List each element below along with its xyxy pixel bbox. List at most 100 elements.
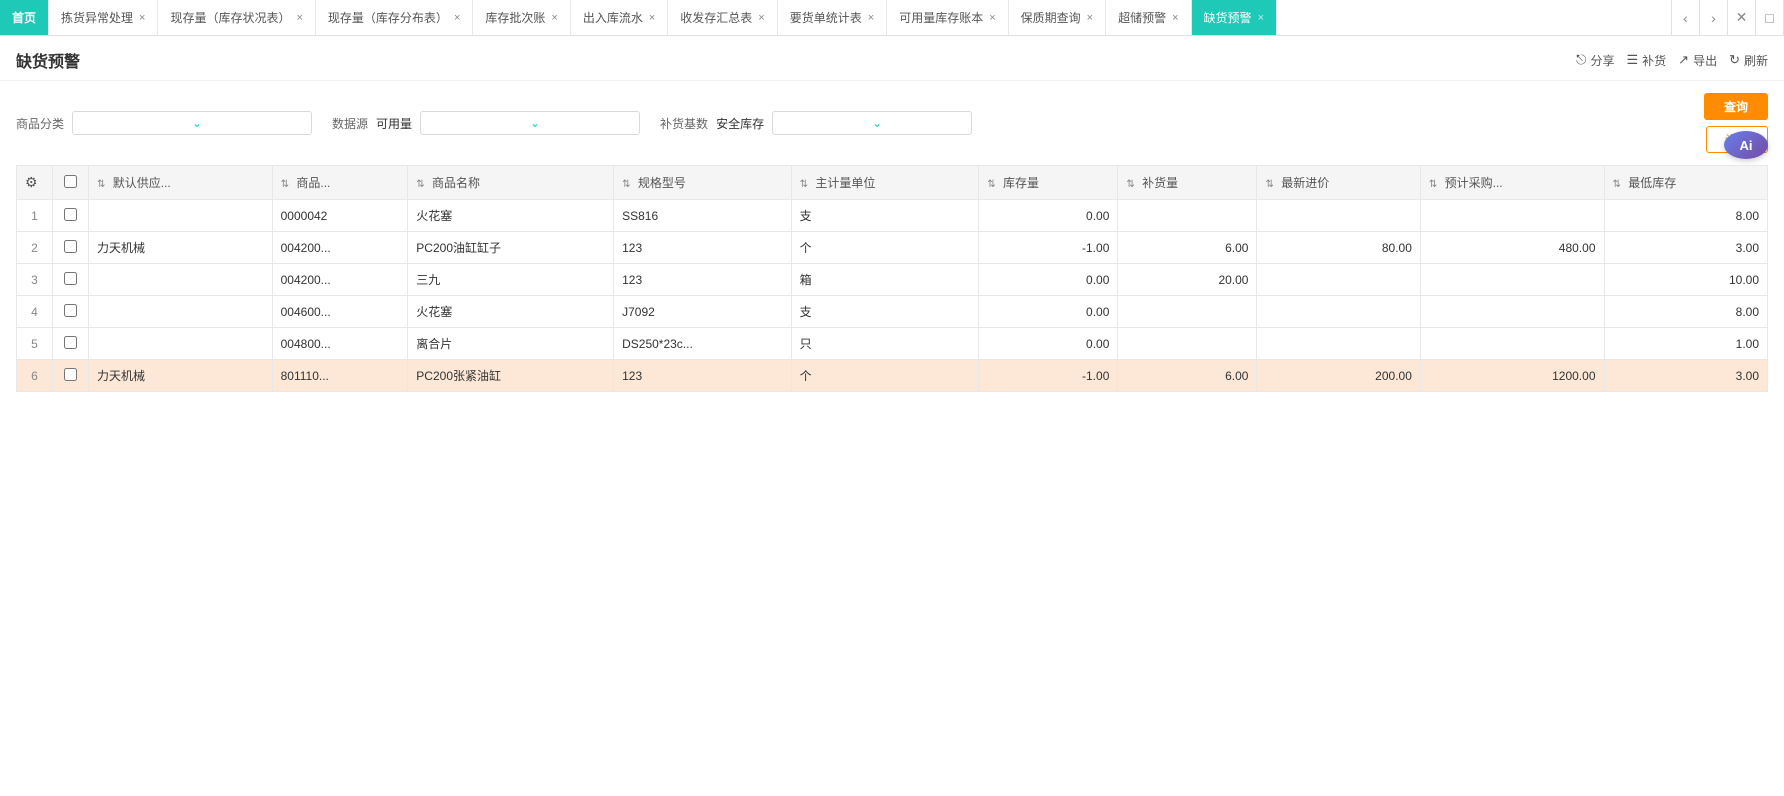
share-icon: ⎋ xyxy=(1576,52,1586,68)
row-checkbox-5 xyxy=(53,360,89,392)
export-button[interactable]: ↗ 导出 xyxy=(1678,52,1717,69)
tab-inventory-status-label: 现存量（库存状况表） xyxy=(170,9,290,26)
row-no-cell-1: 2 xyxy=(17,232,53,264)
row-stock-4: 0.00 xyxy=(979,328,1118,360)
row-product-code-4: 004800... xyxy=(272,328,408,360)
product-name-sort-icon: ⇅ xyxy=(416,179,424,190)
row-supplier-1: 力天机械 xyxy=(89,232,273,264)
tab-expiry-close[interactable]: × xyxy=(1087,12,1093,24)
tab-order-stats[interactable]: 要货单统计表 × xyxy=(778,0,887,35)
row-replenish-qty-2: 20.00 xyxy=(1118,264,1257,296)
category-select[interactable]: ⌄ xyxy=(72,111,312,135)
supplier-col-header[interactable]: ⇅ 默认供应... xyxy=(89,166,273,200)
row-product-code-3: 004600... xyxy=(272,296,408,328)
table-row: 5 004800... 离合片 DS250*23c... 只 0.00 1.00 xyxy=(17,328,1768,360)
row-no-cell-4: 5 xyxy=(17,328,53,360)
replenish-qty-sort-icon: ⇅ xyxy=(1126,179,1134,190)
min-stock-col-header[interactable]: ⇅ 最低库存 xyxy=(1604,166,1768,200)
row-stock-3: 0.00 xyxy=(979,296,1118,328)
row-supplier-5: 力天机械 xyxy=(89,360,273,392)
row-select-2[interactable] xyxy=(64,272,77,285)
datasource-arrow-icon: ⌄ xyxy=(530,116,631,130)
row-select-5[interactable] xyxy=(64,368,77,381)
tab-available-ledger[interactable]: 可用量库存账本 × xyxy=(887,0,1008,35)
tab-home[interactable]: 首页 xyxy=(0,0,49,35)
row-unit-4: 只 xyxy=(791,328,979,360)
datasource-select[interactable]: ⌄ xyxy=(420,111,640,135)
tab-inventory-dist-close[interactable]: × xyxy=(454,12,460,24)
column-settings-icon[interactable]: ⚙ xyxy=(25,174,38,190)
tab-inout-flow-label: 出入库流水 xyxy=(583,9,643,26)
tab-shortage[interactable]: 缺货预警 × xyxy=(1192,0,1277,35)
tab-overstock[interactable]: 超储预警 × xyxy=(1106,0,1191,35)
shortage-table: ⚙ ⇅ 默认供应... ⇅ 商品... ⇅ 商品名称 xyxy=(16,165,1768,392)
row-replenish-qty-3 xyxy=(1118,296,1257,328)
replenish-button[interactable]: ☰ 补货 xyxy=(1626,52,1666,69)
row-select-4[interactable] xyxy=(64,336,77,349)
tab-expiry[interactable]: 保质期查询 × xyxy=(1009,0,1106,35)
row-select-3[interactable] xyxy=(64,304,77,317)
row-min-stock-3: 8.00 xyxy=(1604,296,1768,328)
share-button[interactable]: ⎋ 分享 xyxy=(1576,52,1614,69)
tab-batch-close[interactable]: × xyxy=(551,12,557,24)
product-code-sort-icon: ⇅ xyxy=(281,179,289,190)
refresh-icon: ↻ xyxy=(1729,52,1740,68)
row-replenish-qty-5: 6.00 xyxy=(1118,360,1257,392)
tab-next-btn[interactable]: › xyxy=(1700,0,1728,35)
row-select-1[interactable] xyxy=(64,240,77,253)
refresh-button[interactable]: ↻ 刷新 xyxy=(1729,52,1768,69)
tab-inout-flow-close[interactable]: × xyxy=(649,12,655,24)
query-button[interactable]: 查询 xyxy=(1704,93,1768,120)
tab-shortage-close[interactable]: × xyxy=(1258,12,1264,24)
row-unit-3: 支 xyxy=(791,296,979,328)
tab-recv-summary-close[interactable]: × xyxy=(758,12,764,24)
latest-price-col-header[interactable]: ⇅ 最新进价 xyxy=(1257,166,1420,200)
select-all-checkbox[interactable] xyxy=(64,175,77,188)
tab-exception[interactable]: 拣货异常处理 × xyxy=(49,0,158,35)
datasource-value: 可用量 xyxy=(376,115,412,132)
tab-available-ledger-close[interactable]: × xyxy=(989,12,995,24)
tab-expand-btn[interactable]: □ xyxy=(1756,0,1784,35)
row-checkbox-2 xyxy=(53,264,89,296)
row-spec-5: 123 xyxy=(614,360,792,392)
tab-close-all-btn[interactable]: ✕ xyxy=(1728,0,1756,35)
replenish-base-select[interactable]: ⌄ xyxy=(772,111,972,135)
page-title: 缺货预警 xyxy=(16,48,1576,72)
row-no-cell-0: 1 xyxy=(17,200,53,232)
row-product-name-1: PC200油缸缸子 xyxy=(408,232,614,264)
tab-exception-close[interactable]: × xyxy=(139,12,145,24)
datasource-filter-group: 数据源 可用量 ⌄ xyxy=(332,111,640,135)
row-est-purchase-0 xyxy=(1420,200,1604,232)
tab-batch[interactable]: 库存批次账 × xyxy=(473,0,570,35)
ai-badge[interactable]: Ai xyxy=(1724,131,1768,159)
tab-order-stats-label: 要货单统计表 xyxy=(790,9,862,26)
stock-col-header[interactable]: ⇅ 库存量 xyxy=(979,166,1118,200)
row-latest-price-5: 200.00 xyxy=(1257,360,1420,392)
est-purchase-col-header[interactable]: ⇅ 预计采购... xyxy=(1420,166,1604,200)
tab-overstock-close[interactable]: × xyxy=(1172,12,1178,24)
tab-inventory-status-close[interactable]: × xyxy=(296,12,302,24)
table-row: 4 004600... 火花塞 J7092 支 0.00 8.00 xyxy=(17,296,1768,328)
tab-prev-btn[interactable]: ‹ xyxy=(1672,0,1700,35)
row-checkbox-0 xyxy=(53,200,89,232)
tab-inventory-dist[interactable]: 现存量（库存分布表） × xyxy=(316,0,473,35)
unit-col-header[interactable]: ⇅ 主计量单位 xyxy=(791,166,979,200)
spec-col-header[interactable]: ⇅ 规格型号 xyxy=(614,166,792,200)
table-container: ⚙ ⇅ 默认供应... ⇅ 商品... ⇅ 商品名称 xyxy=(0,165,1784,408)
tab-inventory-status[interactable]: 现存量（库存状况表） × xyxy=(158,0,315,35)
product-code-col-header[interactable]: ⇅ 商品... xyxy=(272,166,408,200)
ai-label: Ai xyxy=(1740,138,1753,153)
row-min-stock-0: 8.00 xyxy=(1604,200,1768,232)
row-spec-3: J7092 xyxy=(614,296,792,328)
row-select-0[interactable] xyxy=(64,208,77,221)
tab-order-stats-close[interactable]: × xyxy=(868,12,874,24)
tab-bar: 首页 拣货异常处理 × 现存量（库存状况表） × 现存量（库存分布表） × 库存… xyxy=(0,0,1784,36)
replenish-qty-col-header[interactable]: ⇅ 补货量 xyxy=(1118,166,1257,200)
product-name-col-header[interactable]: ⇅ 商品名称 xyxy=(408,166,614,200)
row-est-purchase-4 xyxy=(1420,328,1604,360)
tab-inout-flow[interactable]: 出入库流水 × xyxy=(571,0,668,35)
stock-sort-icon: ⇅ xyxy=(987,179,995,190)
tab-recv-summary[interactable]: 收发存汇总表 × xyxy=(668,0,777,35)
est-purchase-sort-icon: ⇅ xyxy=(1429,179,1437,190)
page-header: 缺货预警 ⎋ 分享 ☰ 补货 ↗ 导出 ↻ 刷新 xyxy=(0,36,1784,81)
